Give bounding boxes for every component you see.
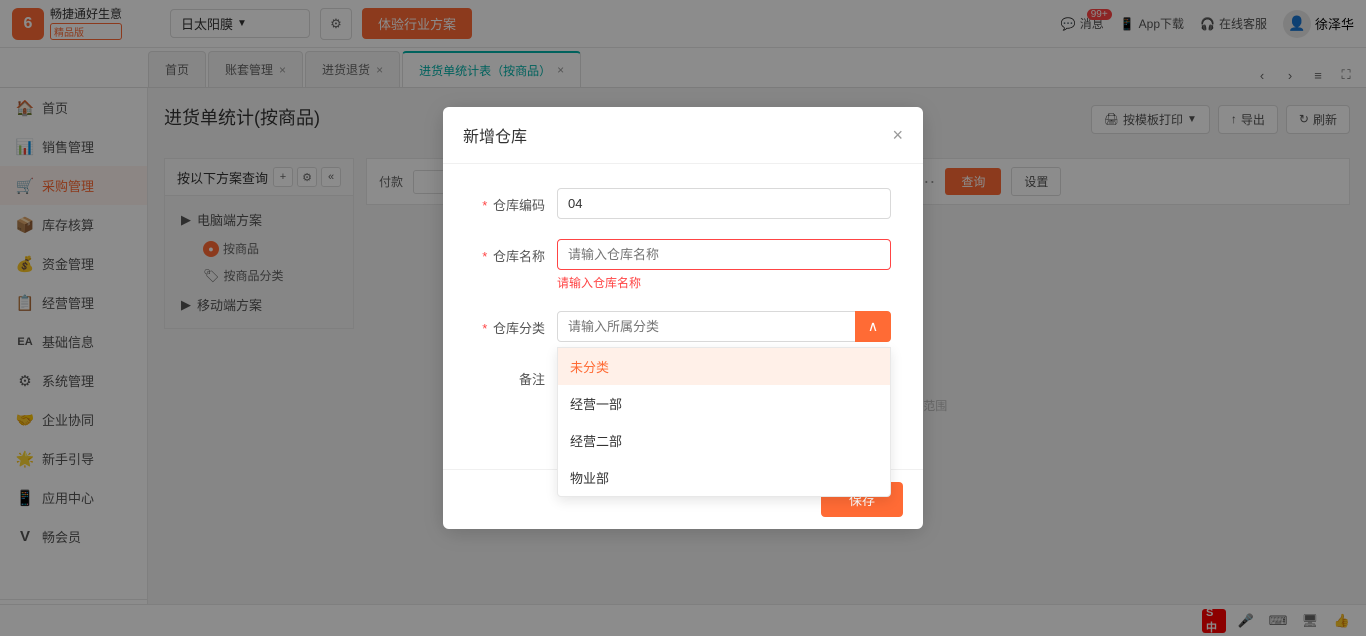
dialog-header: 新增仓库 × — [443, 107, 923, 164]
dialog-overlay: 新增仓库 × * 仓库编码 * 仓库名称 — [0, 0, 1366, 636]
dropdown-item-uncategorized[interactable]: 未分类 — [558, 348, 890, 385]
dropdown-item-dept2[interactable]: 经营二部 — [558, 422, 890, 459]
dropdown-item-property[interactable]: 物业部 — [558, 459, 890, 496]
name-label: * 仓库名称 — [475, 239, 545, 265]
code-label: * 仓库编码 — [475, 188, 545, 214]
form-category-row: * 仓库分类 ∧ 未分类 经营一部 经营二部 物业部 — [475, 311, 891, 342]
name-error-msg: 请输入仓库名称 — [557, 274, 891, 291]
remark-label: 备注 — [475, 362, 545, 388]
category-field-wrap: ∧ 未分类 经营一部 经营二部 物业部 — [557, 311, 891, 342]
dialog-title: 新增仓库 — [463, 123, 527, 147]
category-select-wrap: ∧ 未分类 经营一部 经营二部 物业部 — [557, 311, 891, 342]
name-field-wrap: 请输入仓库名称 — [557, 239, 891, 291]
category-dropdown-list: 未分类 经营一部 经营二部 物业部 — [557, 347, 891, 497]
category-dropdown-toggle[interactable]: ∧ — [855, 311, 891, 342]
category-label: * 仓库分类 — [475, 311, 545, 337]
form-code-row: * 仓库编码 — [475, 188, 891, 219]
dropdown-item-dept1[interactable]: 经营一部 — [558, 385, 890, 422]
add-warehouse-dialog: 新增仓库 × * 仓库编码 * 仓库名称 — [443, 107, 923, 529]
dialog-body: * 仓库编码 * 仓库名称 请输入仓库名称 — [443, 164, 923, 469]
name-input[interactable] — [557, 239, 891, 270]
code-input[interactable] — [557, 188, 891, 219]
dialog-close-button[interactable]: × — [892, 126, 903, 144]
category-input[interactable] — [557, 311, 891, 342]
form-name-row: * 仓库名称 请输入仓库名称 — [475, 239, 891, 291]
code-field-wrap — [557, 188, 891, 219]
